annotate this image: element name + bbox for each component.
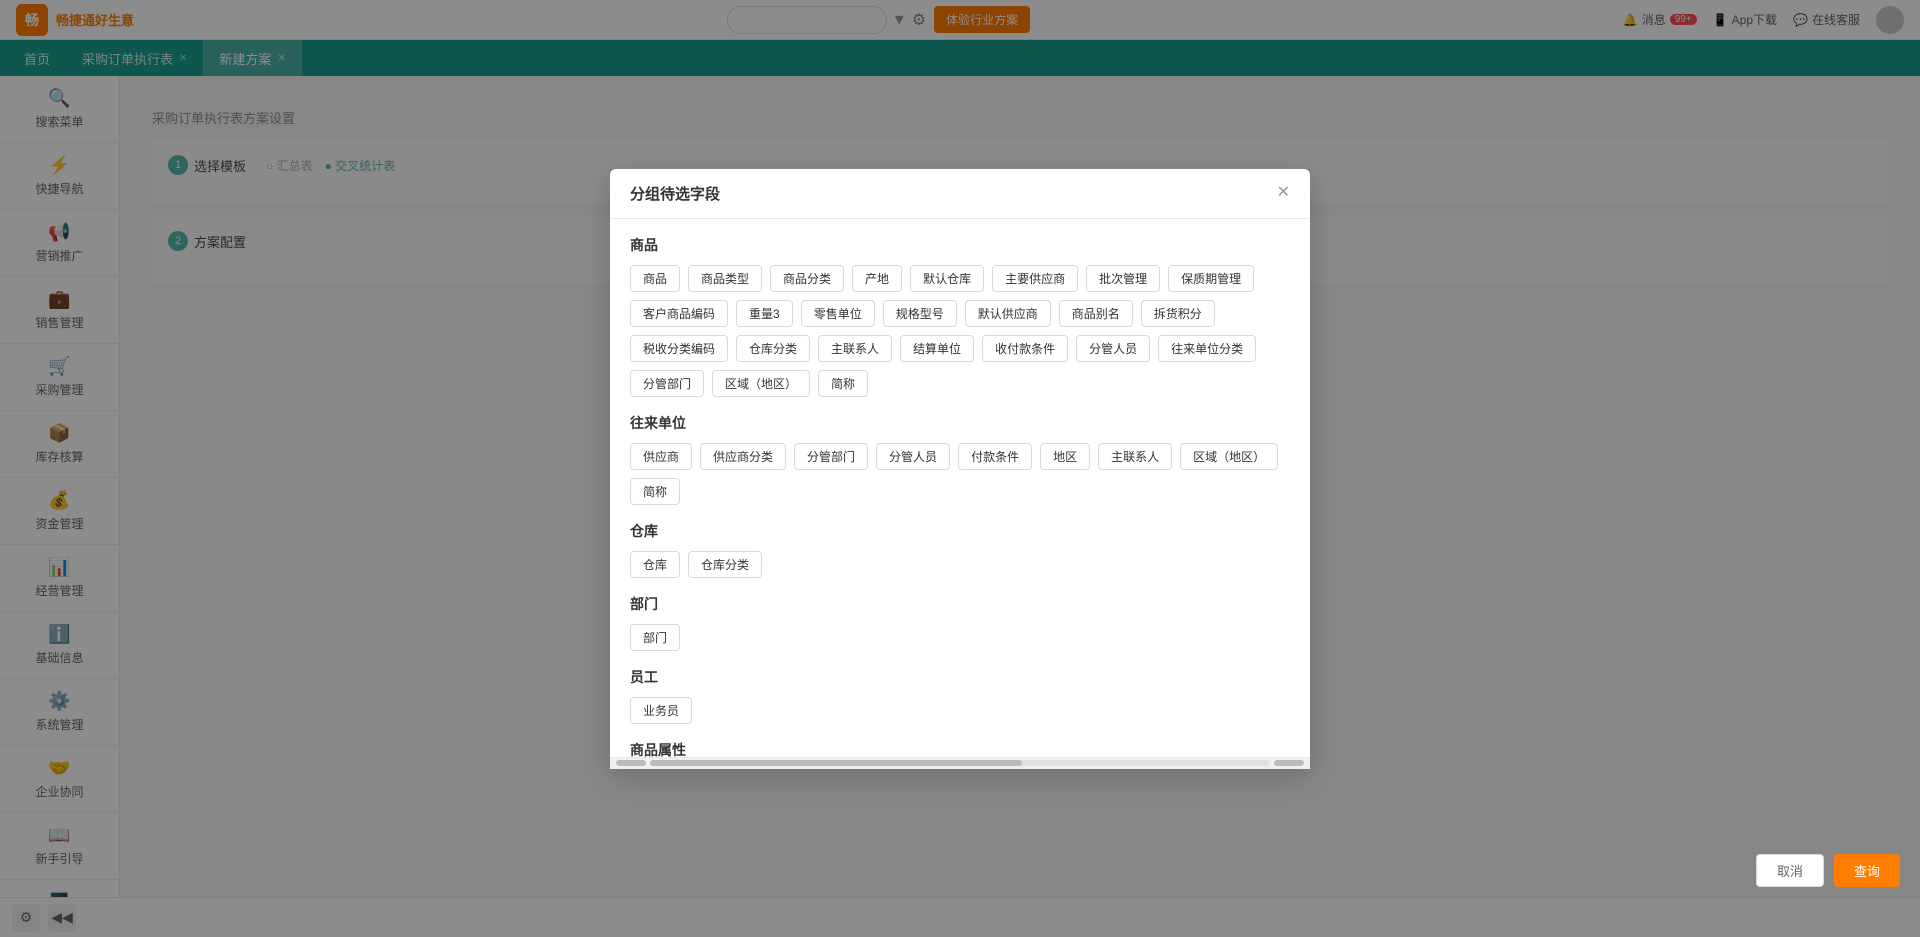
- field-split-points[interactable]: 拆货积分: [1141, 300, 1215, 327]
- field-short-name-goods[interactable]: 简称: [818, 370, 868, 397]
- section-department-title: 部门: [630, 594, 1290, 614]
- section-warehouse-title: 仓库: [630, 521, 1290, 541]
- employee-field-grid: 业务员: [630, 697, 1290, 724]
- field-supplier[interactable]: 供应商: [630, 443, 692, 470]
- field-default-supplier[interactable]: 默认供应商: [965, 300, 1051, 327]
- goods-field-grid: 商品 商品类型 商品分类 产地 默认仓库 主要供应商 批次管理 保质期管理 客户…: [630, 265, 1290, 397]
- field-supervisor[interactable]: 分管人员: [1076, 335, 1150, 362]
- warehouse-field-grid: 仓库 仓库分类: [630, 551, 1290, 578]
- close-icon[interactable]: ✕: [1277, 185, 1290, 201]
- field-dept-manage[interactable]: 分管部门: [630, 370, 704, 397]
- modal-body[interactable]: 商品 商品 商品类型 商品分类 产地 默认仓库 主要供应商 批次管理 保质期管理…: [610, 219, 1310, 757]
- field-expiry-manage[interactable]: 保质期管理: [1168, 265, 1254, 292]
- section-product-attr: 商品属性 属性 颜色 多规格 尺码 鞋码 1: [630, 740, 1290, 757]
- section-department: 部门 部门: [630, 594, 1290, 651]
- field-warehouse-category2[interactable]: 仓库分类: [688, 551, 762, 578]
- field-main-contact2[interactable]: 主联系人: [1098, 443, 1172, 470]
- confirm-button[interactable]: 查询: [1834, 854, 1900, 887]
- field-warehouse-category[interactable]: 仓库分类: [736, 335, 810, 362]
- field-goods[interactable]: 商品: [630, 265, 680, 292]
- field-main-contact[interactable]: 主联系人: [818, 335, 892, 362]
- field-partner-category[interactable]: 往来单位分类: [1158, 335, 1256, 362]
- field-default-warehouse[interactable]: 默认仓库: [910, 265, 984, 292]
- field-selection-modal: 分组待选字段 ✕ 商品 商品 商品类型 商品分类 产地 默认仓库 主要供应商 批…: [610, 169, 1310, 769]
- section-employee-title: 员工: [630, 667, 1290, 687]
- field-region[interactable]: 地区: [1040, 443, 1090, 470]
- field-goods-type[interactable]: 商品类型: [688, 265, 762, 292]
- field-salesperson[interactable]: 业务员: [630, 697, 692, 724]
- cancel-button[interactable]: 取消: [1756, 854, 1824, 887]
- field-main-supplier[interactable]: 主要供应商: [992, 265, 1078, 292]
- modal-title: 分组待选字段: [630, 183, 720, 204]
- field-region-goods[interactable]: 区域（地区）: [712, 370, 810, 397]
- field-short-name2[interactable]: 简称: [630, 478, 680, 505]
- hscroll-left-btn[interactable]: [616, 760, 646, 766]
- modal-overlay: 分组待选字段 ✕ 商品 商品 商品类型 商品分类 产地 默认仓库 主要供应商 批…: [0, 0, 1920, 937]
- modal-header: 分组待选字段 ✕: [610, 169, 1310, 219]
- field-origin[interactable]: 产地: [852, 265, 902, 292]
- field-batch-manage[interactable]: 批次管理: [1086, 265, 1160, 292]
- field-payment-cond[interactable]: 付款条件: [958, 443, 1032, 470]
- field-department[interactable]: 部门: [630, 624, 680, 651]
- field-retail-unit[interactable]: 零售单位: [801, 300, 875, 327]
- modal-footer-buttons: 取消 查询: [1756, 854, 1900, 887]
- section-partner: 往来单位 供应商 供应商分类 分管部门 分管人员 付款条件 地区 主联系人 区域…: [630, 413, 1290, 505]
- field-supervisor2[interactable]: 分管人员: [876, 443, 950, 470]
- field-warehouse[interactable]: 仓库: [630, 551, 680, 578]
- field-customer-goods-code[interactable]: 客户商品编码: [630, 300, 728, 327]
- field-supplier-category[interactable]: 供应商分类: [700, 443, 786, 470]
- field-dept-manage2[interactable]: 分管部门: [794, 443, 868, 470]
- section-partner-title: 往来单位: [630, 413, 1290, 433]
- field-region2[interactable]: 区域（地区）: [1180, 443, 1278, 470]
- section-warehouse: 仓库 仓库 仓库分类: [630, 521, 1290, 578]
- section-goods-title: 商品: [630, 235, 1290, 255]
- field-weight3[interactable]: 重量3: [736, 300, 793, 327]
- field-payment-terms[interactable]: 收付款条件: [982, 335, 1068, 362]
- department-field-grid: 部门: [630, 624, 1290, 651]
- field-settlement-unit[interactable]: 结算单位: [900, 335, 974, 362]
- section-goods: 商品 商品 商品类型 商品分类 产地 默认仓库 主要供应商 批次管理 保质期管理…: [630, 235, 1290, 397]
- field-tax-code[interactable]: 税收分类编码: [630, 335, 728, 362]
- section-employee: 员工 业务员: [630, 667, 1290, 724]
- partner-field-grid: 供应商 供应商分类 分管部门 分管人员 付款条件 地区 主联系人 区域（地区） …: [630, 443, 1290, 505]
- field-goods-alias[interactable]: 商品别名: [1059, 300, 1133, 327]
- modal-hscroll[interactable]: [610, 757, 1310, 769]
- hscroll-thumb[interactable]: [650, 760, 1022, 766]
- section-product-attr-title: 商品属性: [630, 740, 1290, 757]
- field-spec-model[interactable]: 规格型号: [883, 300, 957, 327]
- field-goods-category[interactable]: 商品分类: [770, 265, 844, 292]
- hscroll-right-btn[interactable]: [1274, 760, 1304, 766]
